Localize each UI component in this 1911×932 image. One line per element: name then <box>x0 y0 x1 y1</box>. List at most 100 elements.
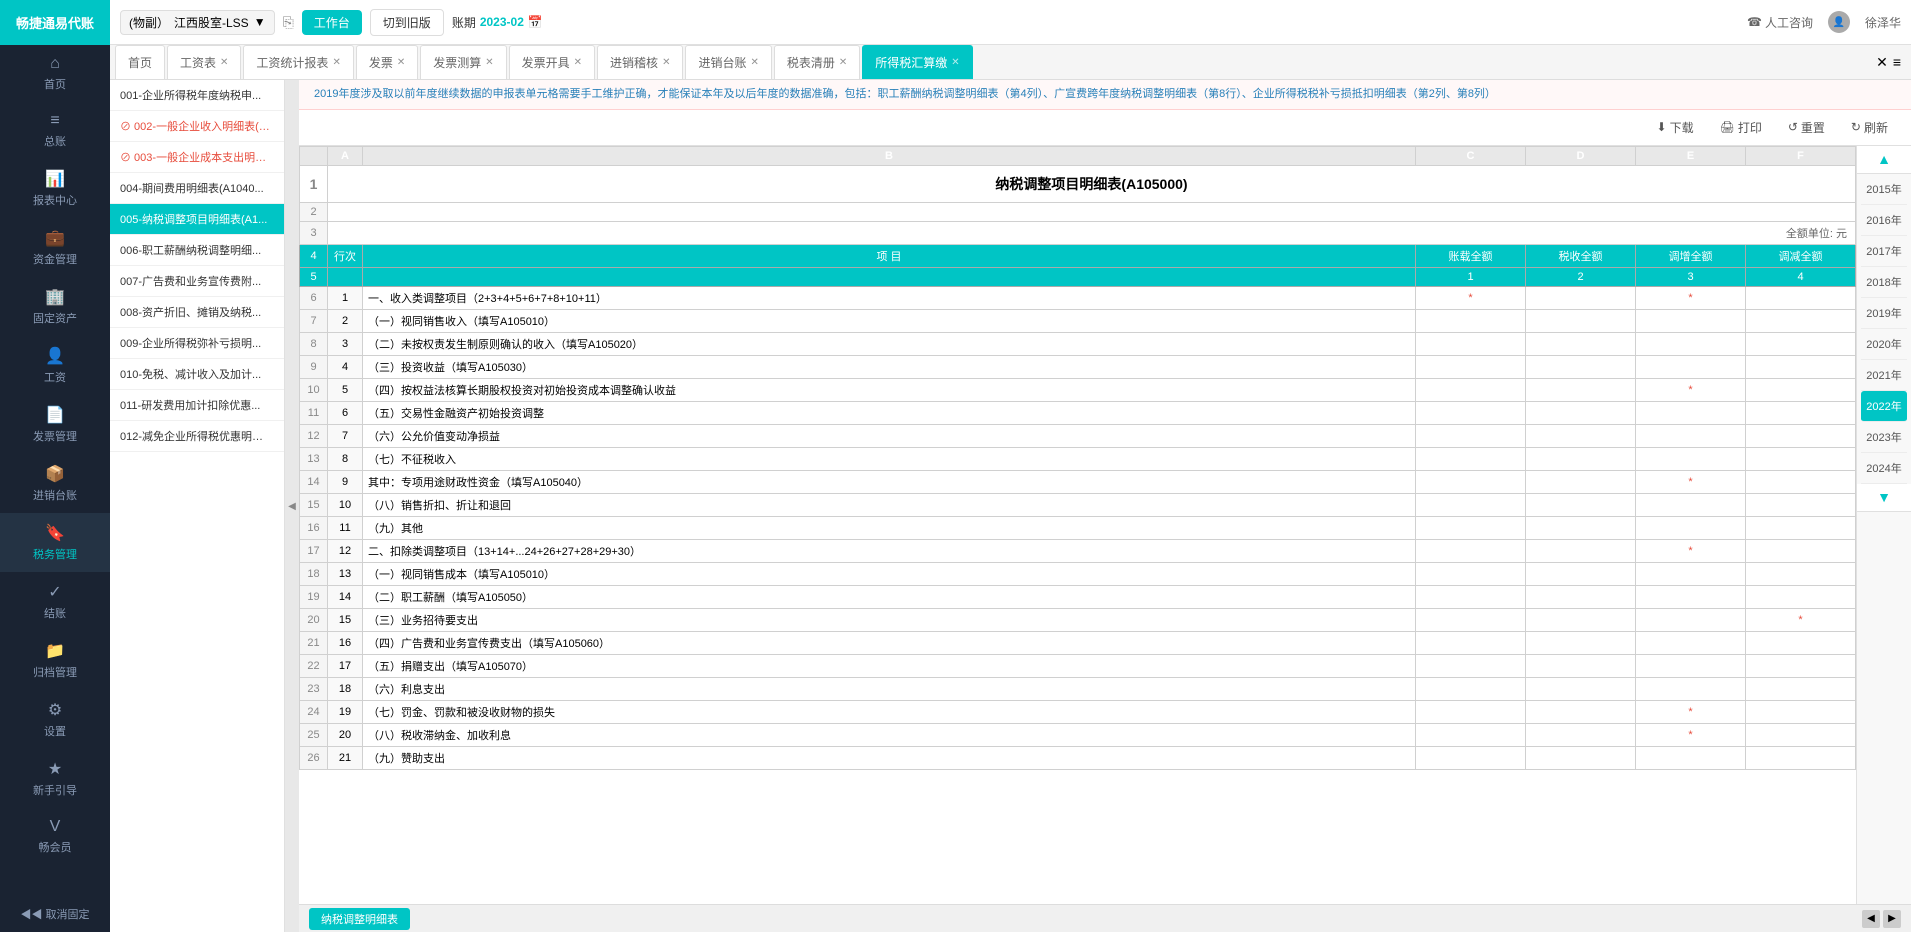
left-item-003[interactable]: ⊘ 003-一般企业成本支出明细... <box>110 142 284 173</box>
reset-button[interactable]: ↺ 重置 <box>1780 116 1833 139</box>
tab-税表清册[interactable]: 税表清册✕ <box>774 45 860 80</box>
col2-cell[interactable] <box>1526 286 1636 309</box>
col1-cell[interactable] <box>1416 608 1526 631</box>
scroll-left-button[interactable]: ◀ <box>1862 910 1880 928</box>
col2-cell[interactable] <box>1526 700 1636 723</box>
sidebar-item-settle[interactable]: ✓结账 <box>0 572 110 631</box>
year-item-2024年[interactable]: 2024年 <box>1861 453 1906 484</box>
left-item-001[interactable]: 001-企业所得税年度纳税申... <box>110 80 284 111</box>
tab-close-icon[interactable]: ✕ <box>332 57 340 68</box>
col2-cell[interactable] <box>1526 424 1636 447</box>
item-cell[interactable]: （七）罚金、罚款和被没收财物的损失 <box>363 700 1416 723</box>
year-item-2017年[interactable]: 2017年 <box>1861 236 1906 267</box>
download-button[interactable]: ⬇ 下载 <box>1649 116 1702 139</box>
sidebar-item-ledger[interactable]: ≡总账 <box>0 102 110 159</box>
left-item-009[interactable]: 009-企业所得税弥补亏损明... <box>110 328 284 359</box>
sidebar-item-stock[interactable]: 📦进销台账 <box>0 454 110 513</box>
col2-cell[interactable] <box>1526 585 1636 608</box>
col4-cell[interactable] <box>1746 424 1856 447</box>
col4-cell[interactable] <box>1746 562 1856 585</box>
left-item-011[interactable]: 011-研发费用加计扣除优惠... <box>110 390 284 421</box>
col3-cell[interactable]: * <box>1636 470 1746 493</box>
item-cell[interactable]: 二、扣除类调整项目（13+14+...24+26+27+28+29+30） <box>363 539 1416 562</box>
left-item-007[interactable]: 007-广告费和业务宣传费附... <box>110 266 284 297</box>
left-item-012[interactable]: 012-减免企业所得税优惠明细(… <box>110 421 284 452</box>
col3-cell[interactable] <box>1636 516 1746 539</box>
col1-cell[interactable] <box>1416 401 1526 424</box>
year-item-2020年[interactable]: 2020年 <box>1861 329 1906 360</box>
col2-cell[interactable] <box>1526 562 1636 585</box>
col4-cell[interactable] <box>1746 470 1856 493</box>
col4-cell[interactable] <box>1746 516 1856 539</box>
col2-cell[interactable] <box>1526 309 1636 332</box>
col1-cell[interactable] <box>1416 332 1526 355</box>
col3-cell[interactable]: * <box>1636 378 1746 401</box>
left-item-008[interactable]: 008-资产折旧、摊销及纳税... <box>110 297 284 328</box>
col4-cell[interactable] <box>1746 746 1856 769</box>
item-cell[interactable]: （一）视同销售成本（填写A105010） <box>363 562 1416 585</box>
year-item-2022年[interactable]: 2022年 <box>1861 391 1906 422</box>
col4-cell[interactable] <box>1746 309 1856 332</box>
col4-cell[interactable] <box>1746 332 1856 355</box>
item-cell[interactable]: （九）赞助支出 <box>363 746 1416 769</box>
col4-cell[interactable] <box>1746 378 1856 401</box>
col2-cell[interactable] <box>1526 378 1636 401</box>
col1-cell[interactable] <box>1416 585 1526 608</box>
col1-cell[interactable] <box>1416 746 1526 769</box>
col3-cell[interactable] <box>1636 447 1746 470</box>
tab-close-icon[interactable]: ✕ <box>485 57 493 68</box>
sidebar-item-payroll[interactable]: 👤工资 <box>0 336 110 395</box>
item-cell[interactable]: （四）按权益法核算长期股权投资对初始投资成本调整确认收益 <box>363 378 1416 401</box>
col4-cell[interactable] <box>1746 539 1856 562</box>
col3-cell[interactable]: * <box>1636 700 1746 723</box>
item-cell[interactable]: （五）捐赠支出（填写A105070） <box>363 654 1416 677</box>
col1-cell[interactable] <box>1416 562 1526 585</box>
year-item-2015年[interactable]: 2015年 <box>1861 174 1906 205</box>
tab-close-icon[interactable]: ✕ <box>951 57 959 68</box>
item-cell[interactable]: （九）其他 <box>363 516 1416 539</box>
tab-工资统计报表[interactable]: 工资统计报表✕ <box>243 45 353 80</box>
col2-cell[interactable] <box>1526 332 1636 355</box>
item-cell[interactable]: （六）利息支出 <box>363 677 1416 700</box>
scroll-right-button[interactable]: ▶ <box>1883 910 1901 928</box>
col3-cell[interactable] <box>1636 608 1746 631</box>
col2-cell[interactable] <box>1526 493 1636 516</box>
print-button[interactable]: 🖨 打印 <box>1712 116 1770 139</box>
item-cell[interactable]: （三）业务招待要支出 <box>363 608 1416 631</box>
col4-cell[interactable] <box>1746 493 1856 516</box>
item-cell[interactable]: （八）销售折扣、折让和退回 <box>363 493 1416 516</box>
col3-cell[interactable] <box>1636 654 1746 677</box>
year-down-button[interactable]: ▼ <box>1857 484 1911 512</box>
col2-cell[interactable] <box>1526 723 1636 746</box>
item-cell[interactable]: （二）未按权责发生制原则确认的收入（填写A105020） <box>363 332 1416 355</box>
col4-cell[interactable] <box>1746 654 1856 677</box>
col1-cell[interactable] <box>1416 539 1526 562</box>
tab-close-icon[interactable]: ✕ <box>397 57 405 68</box>
tab-close-icon[interactable]: ✕ <box>750 57 758 68</box>
tab-发票测算[interactable]: 发票测算✕ <box>420 45 506 80</box>
workbench-button[interactable]: 工作台 <box>302 10 362 35</box>
col1-cell[interactable] <box>1416 355 1526 378</box>
col3-cell[interactable] <box>1636 401 1746 424</box>
left-item-004[interactable]: 004-期间费用明细表(A1040... <box>110 173 284 204</box>
year-item-2016年[interactable]: 2016年 <box>1861 205 1906 236</box>
col3-cell[interactable] <box>1636 677 1746 700</box>
col1-cell[interactable] <box>1416 447 1526 470</box>
col3-cell[interactable] <box>1636 332 1746 355</box>
col4-cell[interactable] <box>1746 401 1856 424</box>
col2-cell[interactable] <box>1526 401 1636 424</box>
item-cell[interactable]: （六）公允价值变动净损益 <box>363 424 1416 447</box>
sidebar-item-guide[interactable]: ★新手引导 <box>0 749 110 808</box>
col3-cell[interactable] <box>1636 424 1746 447</box>
col2-cell[interactable] <box>1526 746 1636 769</box>
item-cell[interactable]: （二）职工薪酬（填写A105050） <box>363 585 1416 608</box>
year-item-2023年[interactable]: 2023年 <box>1861 422 1906 453</box>
col1-cell[interactable] <box>1416 677 1526 700</box>
tab-发票[interactable]: 发票✕ <box>356 45 418 80</box>
col2-cell[interactable] <box>1526 447 1636 470</box>
sidebar-item-member[interactable]: V畅会员 <box>0 808 110 865</box>
col2-cell[interactable] <box>1526 608 1636 631</box>
bottom-tab-nashtax[interactable]: 纳税调整明细表 <box>309 908 410 930</box>
col4-cell[interactable]: * <box>1746 608 1856 631</box>
col2-cell[interactable] <box>1526 539 1636 562</box>
